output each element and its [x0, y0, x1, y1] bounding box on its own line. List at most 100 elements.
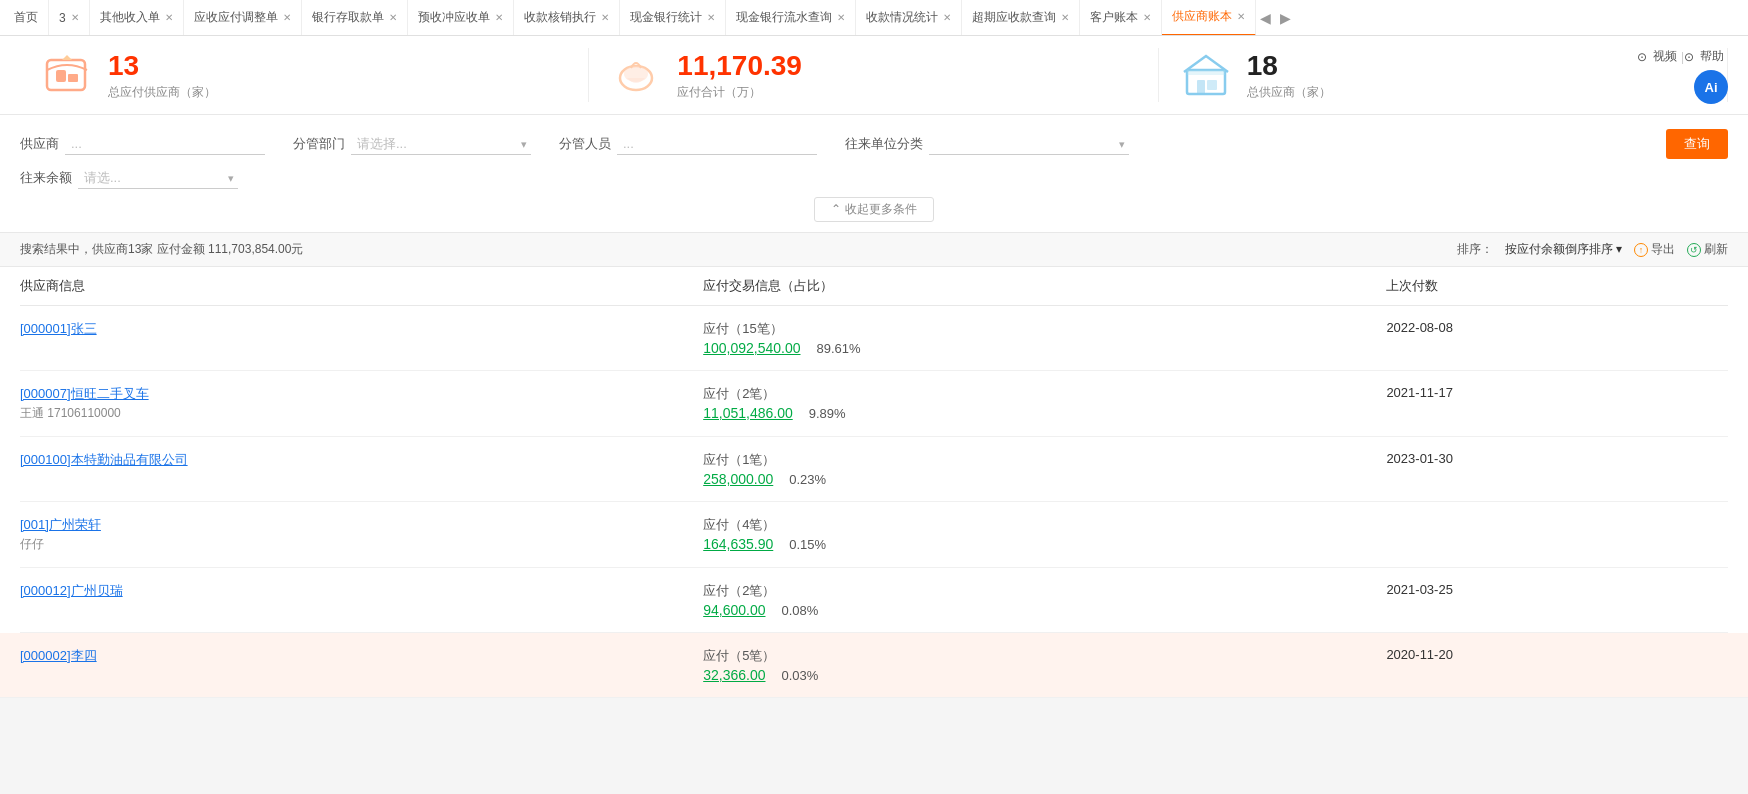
nav-tab-collection-verify[interactable]: 收款核销执行 ✕ [514, 0, 620, 36]
close-icon[interactable]: ✕ [707, 12, 715, 23]
person-filter-label: 分管人员 [559, 135, 611, 153]
close-icon[interactable]: ✕ [601, 12, 609, 23]
filter-area: 供应商 分管部门 请选择... ▾ 分管人员 往来单位分类 [0, 115, 1748, 233]
nav-tab-cash-bank-stat[interactable]: 现金银行统计 ✕ [620, 0, 726, 36]
pay-amount-row: 164,635.90 0.15% [703, 534, 1386, 552]
pay-percent: 0.08% [781, 603, 818, 618]
payable-total-label: 应付合计（万） [677, 84, 802, 101]
pay-amount-row: 32,366.00 0.03% [703, 665, 1386, 683]
supplier-link[interactable]: [000012]广州贝瑞 [20, 583, 123, 598]
supplier-sub: 仔仔 [20, 536, 703, 553]
collapse-button[interactable]: ⌃ 收起更多条件 [814, 197, 933, 222]
dept-select-wrap: 请选择... ▾ [351, 133, 531, 155]
balance-select-wrap: 请选... ▾ [78, 167, 238, 189]
close-icon[interactable]: ✕ [165, 12, 173, 23]
last-pay-cell: 2023-01-30 [1386, 451, 1728, 466]
summary-text-payable-total: 11,170.39 应付合计（万） [677, 49, 802, 102]
table-row: [000100]本特勤油品有限公司 应付（1笔） 258,000.00 0.23… [20, 437, 1728, 502]
last-pay-cell: 2022-08-08 [1386, 320, 1728, 335]
summary-text-payable-suppliers: 13 总应付供应商（家） [108, 49, 216, 102]
nav-tab-customer-ledger[interactable]: 客户账本 ✕ [1080, 0, 1162, 36]
supplier-cell: [000007]恒旺二手叉车 王通 17106110000 [20, 385, 703, 422]
nav-tab-collection-stat[interactable]: 收款情况统计 ✕ [856, 0, 962, 36]
pay-percent: 0.15% [789, 537, 826, 552]
pay-amount[interactable]: 94,600.00 [703, 602, 765, 618]
table-row: [000002]李四 应付（5笔） 32,366.00 0.03% 2020-1… [0, 633, 1748, 698]
person-filter-input[interactable] [617, 133, 817, 155]
result-info: 搜索结果中，供应商13家 应付金额 111,703,854.00元 [20, 241, 303, 258]
top-navigation: 首页 3 ✕ 其他收入单 ✕ 应收应付调整单 ✕ 银行存取款单 ✕ 预收冲应收单… [0, 0, 1748, 36]
video-link[interactable]: 视频 [1653, 48, 1677, 65]
category-select[interactable] [929, 133, 1129, 155]
summary-card-payable-total: 11,170.39 应付合计（万） [589, 48, 1158, 102]
total-suppliers-label: 总供应商（家） [1247, 84, 1331, 101]
dept-filter-label: 分管部门 [293, 135, 345, 153]
payable-total-amount: 11,170.39 [677, 49, 802, 83]
close-icon[interactable]: ✕ [943, 12, 951, 23]
nav-prev-arrow[interactable]: ◀ [1256, 0, 1276, 36]
close-icon[interactable]: ✕ [1237, 11, 1245, 22]
nav-next-arrow[interactable]: ▶ [1276, 0, 1296, 36]
summary-text-total-suppliers: 18 总供应商（家） [1247, 49, 1331, 102]
pay-amount-row: 11,051,486.00 9.89% [703, 403, 1386, 421]
ai-badge[interactable]: Ai [1694, 70, 1728, 104]
svg-marker-3 [62, 55, 72, 60]
supplier-link[interactable]: [000100]本特勤油品有限公司 [20, 452, 188, 467]
nav-tab-prepay-ar[interactable]: 预收冲应收单 ✕ [408, 0, 514, 36]
pay-amount[interactable]: 164,635.90 [703, 536, 773, 552]
help-link[interactable]: 帮助 [1700, 48, 1724, 65]
close-icon[interactable]: ✕ [283, 12, 291, 23]
svg-rect-9 [1187, 70, 1225, 75]
close-icon[interactable]: ✕ [71, 12, 79, 23]
filter-supplier: 供应商 [20, 133, 265, 155]
nav-tab-bank-deposit[interactable]: 银行存取款单 ✕ [302, 0, 408, 36]
export-button[interactable]: ↑ 导出 [1634, 241, 1675, 258]
supplier-link[interactable]: [000007]恒旺二手叉车 [20, 386, 149, 401]
refresh-button[interactable]: ↺ 刷新 [1687, 241, 1728, 258]
supplier-link[interactable]: [000001]张三 [20, 321, 97, 336]
supplier-cell: [000002]李四 [20, 647, 703, 665]
pay-amount[interactable]: 258,000.00 [703, 471, 773, 487]
video-icon: ⊙ [1637, 50, 1647, 64]
dept-select[interactable]: 请选择... [351, 133, 531, 155]
nav-tab-home[interactable]: 首页 [4, 0, 49, 36]
result-bar: 搜索结果中，供应商13家 应付金额 111,703,854.00元 排序： 按应… [0, 233, 1748, 267]
result-actions: 排序： 按应付余额倒序排序 ▾ ↑ 导出 ↺ 刷新 [1457, 241, 1728, 258]
pay-amount[interactable]: 100,092,540.00 [703, 340, 800, 356]
table-row: [000012]广州贝瑞 应付（2笔） 94,600.00 0.08% 2021… [20, 568, 1728, 633]
store-icon [1179, 48, 1233, 102]
close-icon[interactable]: ✕ [1061, 12, 1069, 23]
nav-tab-other-income[interactable]: 其他收入单 ✕ [90, 0, 184, 36]
sort-value[interactable]: 按应付余额倒序排序 ▾ [1505, 241, 1622, 258]
filter-person: 分管人员 [559, 133, 817, 155]
category-select-wrap: ▾ [929, 133, 1129, 155]
pay-label: 应付（4笔） [703, 516, 1386, 534]
close-icon[interactable]: ✕ [1143, 12, 1151, 23]
pay-info-cell: 应付（1笔） 258,000.00 0.23% [703, 451, 1386, 487]
query-button[interactable]: 查询 [1666, 129, 1728, 159]
supplier-filter-input[interactable] [65, 133, 265, 155]
close-icon[interactable]: ✕ [389, 12, 397, 23]
close-icon[interactable]: ✕ [495, 12, 503, 23]
nav-tab-3[interactable]: 3 ✕ [49, 0, 90, 36]
pay-amount[interactable]: 32,366.00 [703, 667, 765, 683]
supplier-link[interactable]: [001]广州荣轩 [20, 517, 101, 532]
column-pay-info: 应付交易信息（占比） [703, 277, 1386, 295]
nav-tab-cash-bank-flow[interactable]: 现金银行流水查询 ✕ [726, 0, 856, 36]
nav-tab-ar-ap-adjust[interactable]: 应收应付调整单 ✕ [184, 0, 302, 36]
filter-dept: 分管部门 请选择... ▾ [293, 133, 531, 155]
nav-tab-supplier-ledger[interactable]: 供应商账本 ✕ [1162, 0, 1256, 36]
nav-tab-overdue-ar[interactable]: 超期应收款查询 ✕ [962, 0, 1080, 36]
supplier-cell: [000001]张三 [20, 320, 703, 338]
supplier-cell: [001]广州荣轩 仔仔 [20, 516, 703, 553]
pay-percent: 0.23% [789, 472, 826, 487]
pay-amount[interactable]: 11,051,486.00 [703, 405, 793, 421]
supplier-filter-label: 供应商 [20, 135, 59, 153]
pay-info-cell: 应付（2笔） 11,051,486.00 9.89% [703, 385, 1386, 421]
balance-select[interactable]: 请选... [78, 167, 238, 189]
last-pay-cell: 2021-11-17 [1386, 385, 1728, 400]
close-icon[interactable]: ✕ [837, 12, 845, 23]
filter-row-2: 往来余额 请选... ▾ [20, 167, 1728, 189]
collapse-bar: ⌃ 收起更多条件 [20, 197, 1728, 222]
supplier-link[interactable]: [000002]李四 [20, 648, 97, 663]
